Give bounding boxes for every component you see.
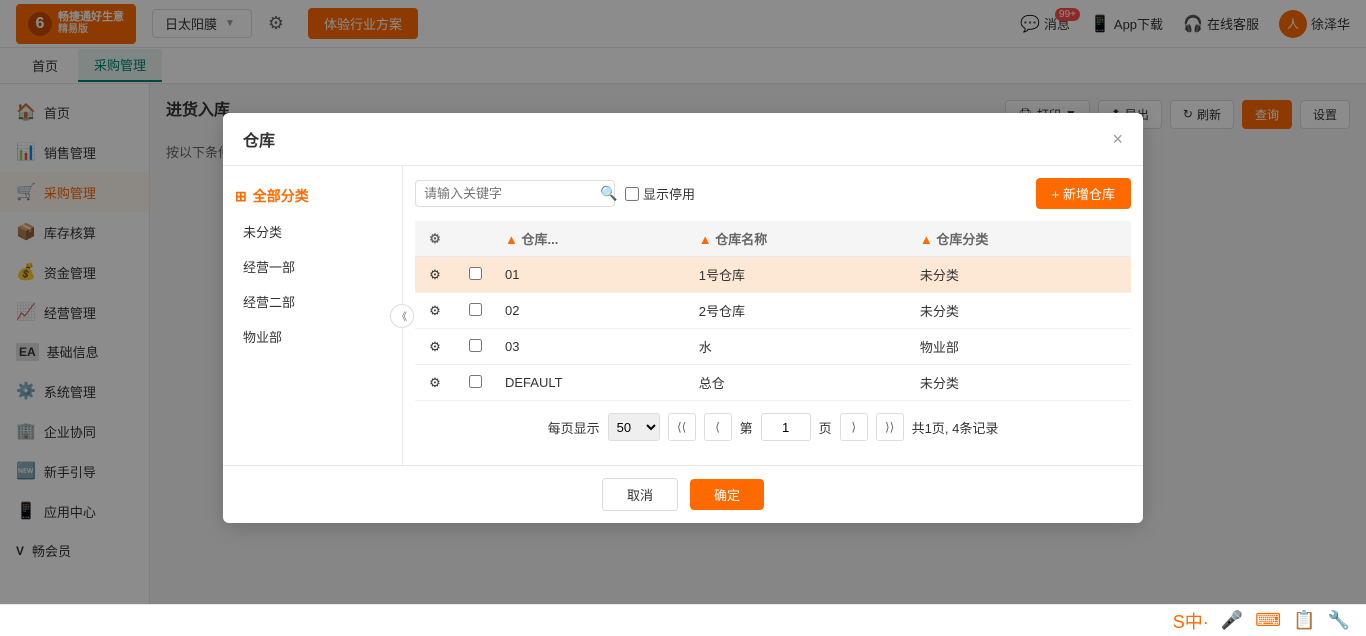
- row-category: 未分类: [910, 257, 1131, 293]
- row-name: 1号仓库: [689, 257, 910, 293]
- table-row[interactable]: ⚙ 02 2号仓库 未分类: [415, 293, 1131, 329]
- search-input[interactable]: [424, 186, 600, 201]
- mic-icon[interactable]: 🎤: [1221, 610, 1243, 631]
- search-icon: 🔍: [600, 185, 617, 202]
- warehouse-table-wrapper: ⚙ ▲ 仓库... ▲ 仓库名称 ▲: [415, 221, 1131, 401]
- last-page-button[interactable]: ⟩⟩: [876, 413, 904, 441]
- row-checkbox-4[interactable]: [469, 375, 482, 388]
- row-check: [455, 293, 495, 329]
- cancel-button[interactable]: 取消: [602, 478, 678, 511]
- row-name: 2号仓库: [689, 293, 910, 329]
- panel-toggle-button[interactable]: 《: [390, 304, 414, 328]
- row-gear-icon[interactable]: ⚙: [429, 375, 441, 390]
- row-checkbox-1[interactable]: [469, 267, 482, 280]
- row-gear: ⚙: [415, 329, 455, 365]
- warehouse-modal: 仓库 × ⊞ 全部分类 未分类 经营一部 经营二部 物业部 《 🔍: [223, 113, 1143, 523]
- new-warehouse-button[interactable]: + 新增仓库: [1036, 178, 1131, 209]
- bottombar: S中· 🎤 ⌨ 📋 🔧: [0, 604, 1366, 636]
- category-item-dept2[interactable]: 经营二部: [223, 284, 402, 319]
- right-panel: 🔍 显示停用 + 新增仓库 ⚙ ▲ 仓库: [403, 166, 1143, 465]
- category-item-dept1[interactable]: 经营一部: [223, 249, 402, 284]
- row-gear: ⚙: [415, 365, 455, 401]
- col-gear: ⚙: [415, 221, 455, 257]
- next-page-button[interactable]: ⟩: [840, 413, 868, 441]
- row-code: 03: [495, 329, 689, 365]
- row-code: DEFAULT: [495, 365, 689, 401]
- table-row[interactable]: ⚙ 01 1号仓库 未分类: [415, 257, 1131, 293]
- page-number-input[interactable]: [761, 413, 811, 441]
- row-name: 总仓: [689, 365, 910, 401]
- row-gear: ⚙: [415, 257, 455, 293]
- row-name: 水: [689, 329, 910, 365]
- modal-header: 仓库 ×: [223, 113, 1143, 166]
- row-gear-icon[interactable]: ⚙: [429, 303, 441, 318]
- grid-icon: ⊞: [235, 188, 247, 205]
- all-categories-header[interactable]: ⊞ 全部分类: [223, 178, 402, 214]
- row-category: 未分类: [910, 365, 1131, 401]
- show-disabled-checkbox[interactable]: [625, 187, 639, 201]
- modal-close-button[interactable]: ×: [1112, 129, 1123, 150]
- row-checkbox-2[interactable]: [469, 303, 482, 316]
- col-code[interactable]: ▲ 仓库...: [495, 221, 689, 257]
- pagination: 每页显示 50 10 20 100 ⟨⟨ ⟨ 第 页 ⟩ ⟩⟩ 共1页, 4条记…: [415, 401, 1131, 453]
- table-row[interactable]: ⚙ 03 水 物业部: [415, 329, 1131, 365]
- first-page-button[interactable]: ⟨⟨: [668, 413, 696, 441]
- row-gear-icon[interactable]: ⚙: [429, 339, 441, 354]
- row-code: 01: [495, 257, 689, 293]
- col-name[interactable]: ▲ 仓库名称: [689, 221, 910, 257]
- prev-page-button[interactable]: ⟨: [704, 413, 732, 441]
- search-box: 🔍: [415, 180, 615, 207]
- sort-icon-code: ▲: [505, 232, 518, 247]
- right-toolbar: 🔍 显示停用 + 新增仓库: [415, 178, 1131, 209]
- show-disabled-container: 显示停用: [625, 184, 695, 203]
- sort-icon-cat: ▲: [920, 232, 933, 247]
- table-body: ⚙ 01 1号仓库 未分类 ⚙: [415, 257, 1131, 401]
- row-category: 未分类: [910, 293, 1131, 329]
- sort-icon-name: ▲: [699, 232, 712, 247]
- row-code: 02: [495, 293, 689, 329]
- table-row[interactable]: ⚙ DEFAULT 总仓 未分类: [415, 365, 1131, 401]
- modal-body: ⊞ 全部分类 未分类 经营一部 经营二部 物业部 《 🔍 显示停用 + 新增仓库: [223, 166, 1143, 465]
- row-check: [455, 257, 495, 293]
- row-gear-icon[interactable]: ⚙: [429, 267, 441, 282]
- brand-icon: S中·: [1173, 608, 1209, 634]
- per-page-select[interactable]: 50 10 20 100: [608, 413, 660, 441]
- warehouse-table: ⚙ ▲ 仓库... ▲ 仓库名称 ▲: [415, 221, 1131, 401]
- modal-footer: 取消 确定: [223, 465, 1143, 523]
- clipboard-icon[interactable]: 📋: [1293, 610, 1315, 631]
- col-category[interactable]: ▲ 仓库分类: [910, 221, 1131, 257]
- row-check: [455, 329, 495, 365]
- tool-icon[interactable]: 🔧: [1328, 610, 1350, 631]
- category-item-property[interactable]: 物业部: [223, 319, 402, 354]
- row-category: 物业部: [910, 329, 1131, 365]
- category-panel: ⊞ 全部分类 未分类 经营一部 经营二部 物业部 《: [223, 166, 403, 465]
- row-checkbox-3[interactable]: [469, 339, 482, 352]
- keyboard-icon[interactable]: ⌨: [1255, 610, 1281, 631]
- confirm-button[interactable]: 确定: [690, 479, 764, 510]
- col-check: [455, 221, 495, 257]
- row-gear: ⚙: [415, 293, 455, 329]
- modal-title: 仓库: [243, 127, 275, 151]
- category-item-uncategorized[interactable]: 未分类: [223, 214, 402, 249]
- row-check: [455, 365, 495, 401]
- table-header: ⚙ ▲ 仓库... ▲ 仓库名称 ▲: [415, 221, 1131, 257]
